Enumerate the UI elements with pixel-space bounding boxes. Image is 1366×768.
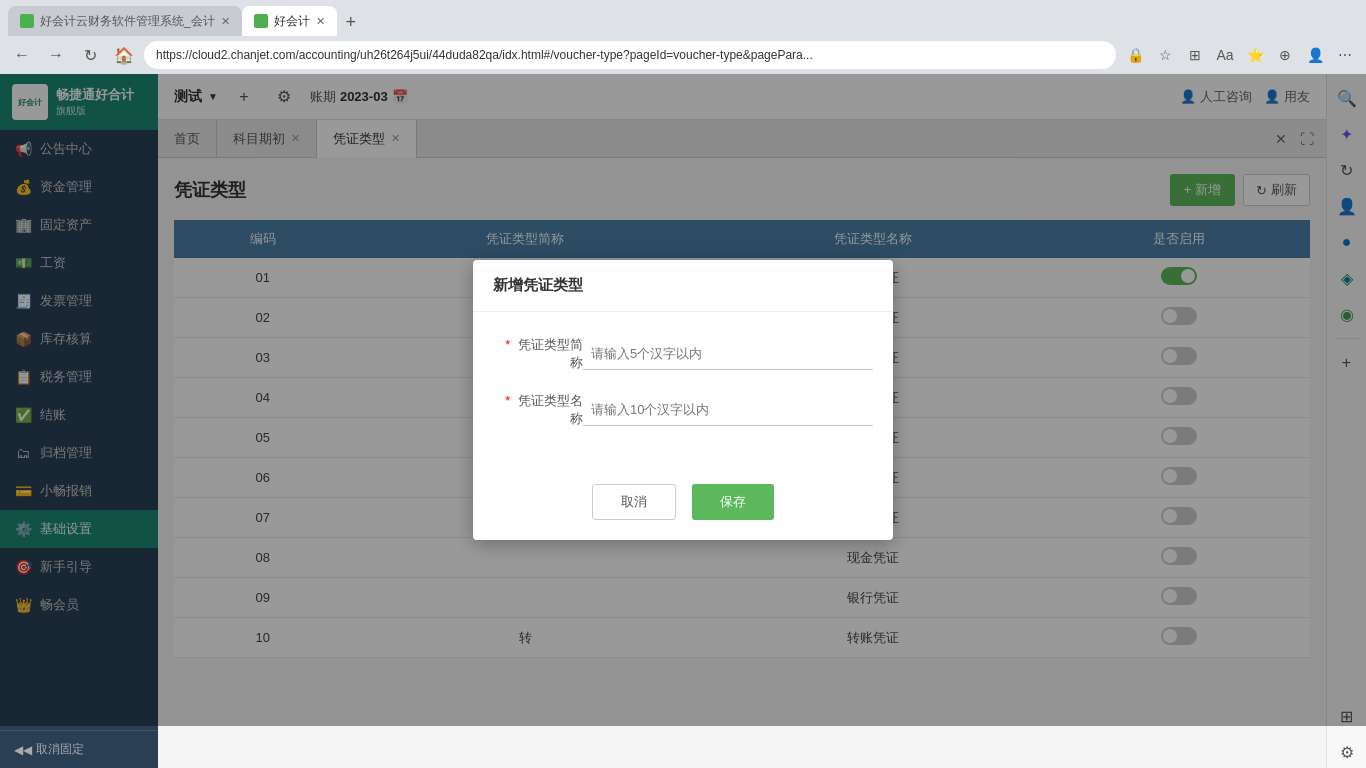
more-button[interactable]: ⋯ [1332, 42, 1358, 68]
full-name-row: * 凭证类型名称 [493, 392, 873, 428]
add-voucher-modal: 新增凭证类型 * 凭证类型简称 * 凭证类型名称 取消 保存 [473, 260, 893, 540]
forward-button[interactable]: → [42, 41, 70, 69]
new-tab-button[interactable]: + [337, 8, 365, 36]
star-button[interactable]: ☆ [1152, 42, 1178, 68]
tab-close-1[interactable]: ✕ [221, 15, 230, 28]
full-required-mark: * [505, 393, 510, 408]
modal-body: * 凭证类型简称 * 凭证类型名称 [473, 312, 893, 472]
short-name-row: * 凭证类型简称 [493, 336, 873, 372]
modal-footer: 取消 保存 [473, 472, 893, 540]
short-name-label: * 凭证类型简称 [493, 336, 583, 372]
profile-button[interactable]: 👤 [1302, 42, 1328, 68]
unpin-icon: ◀◀ [14, 743, 32, 757]
home-button[interactable]: 🏠 [110, 41, 138, 69]
unpin-label: 取消固定 [36, 741, 84, 758]
tab-close-2[interactable]: ✕ [316, 15, 325, 28]
address-bar-input[interactable] [144, 41, 1116, 69]
full-name-label: * 凭证类型名称 [493, 392, 583, 428]
browser-tab-1[interactable]: 好会计云财务软件管理系统_会计 ✕ [8, 6, 242, 36]
modal-overlay: 新增凭证类型 * 凭证类型简称 * 凭证类型名称 取消 保存 [0, 74, 1366, 726]
right-gear-button[interactable]: ⚙ [1331, 736, 1363, 768]
tab-favicon-1 [20, 14, 34, 28]
modal-header: 新增凭证类型 [473, 260, 893, 312]
modal-title: 新增凭证类型 [493, 276, 583, 293]
tab-title-1: 好会计云财务软件管理系统_会计 [40, 13, 215, 30]
split-button[interactable]: ⊞ [1182, 42, 1208, 68]
extensions-button[interactable]: 🔒 [1122, 42, 1148, 68]
short-name-input[interactable] [583, 338, 873, 370]
tab-favicon-2 [254, 14, 268, 28]
read-button[interactable]: Aa [1212, 42, 1238, 68]
back-button[interactable]: ← [8, 41, 36, 69]
unpin-button[interactable]: ◀◀ 取消固定 [0, 730, 158, 768]
short-required-mark: * [505, 337, 510, 352]
collections-button[interactable]: ⊕ [1272, 42, 1298, 68]
full-name-input[interactable] [583, 394, 873, 426]
refresh-button[interactable]: ↻ [76, 41, 104, 69]
cancel-button[interactable]: 取消 [592, 484, 676, 520]
save-button[interactable]: 保存 [692, 484, 774, 520]
favorites-button[interactable]: ⭐ [1242, 42, 1268, 68]
browser-tab-2[interactable]: 好会计 ✕ [242, 6, 337, 36]
tab-title-2: 好会计 [274, 13, 310, 30]
